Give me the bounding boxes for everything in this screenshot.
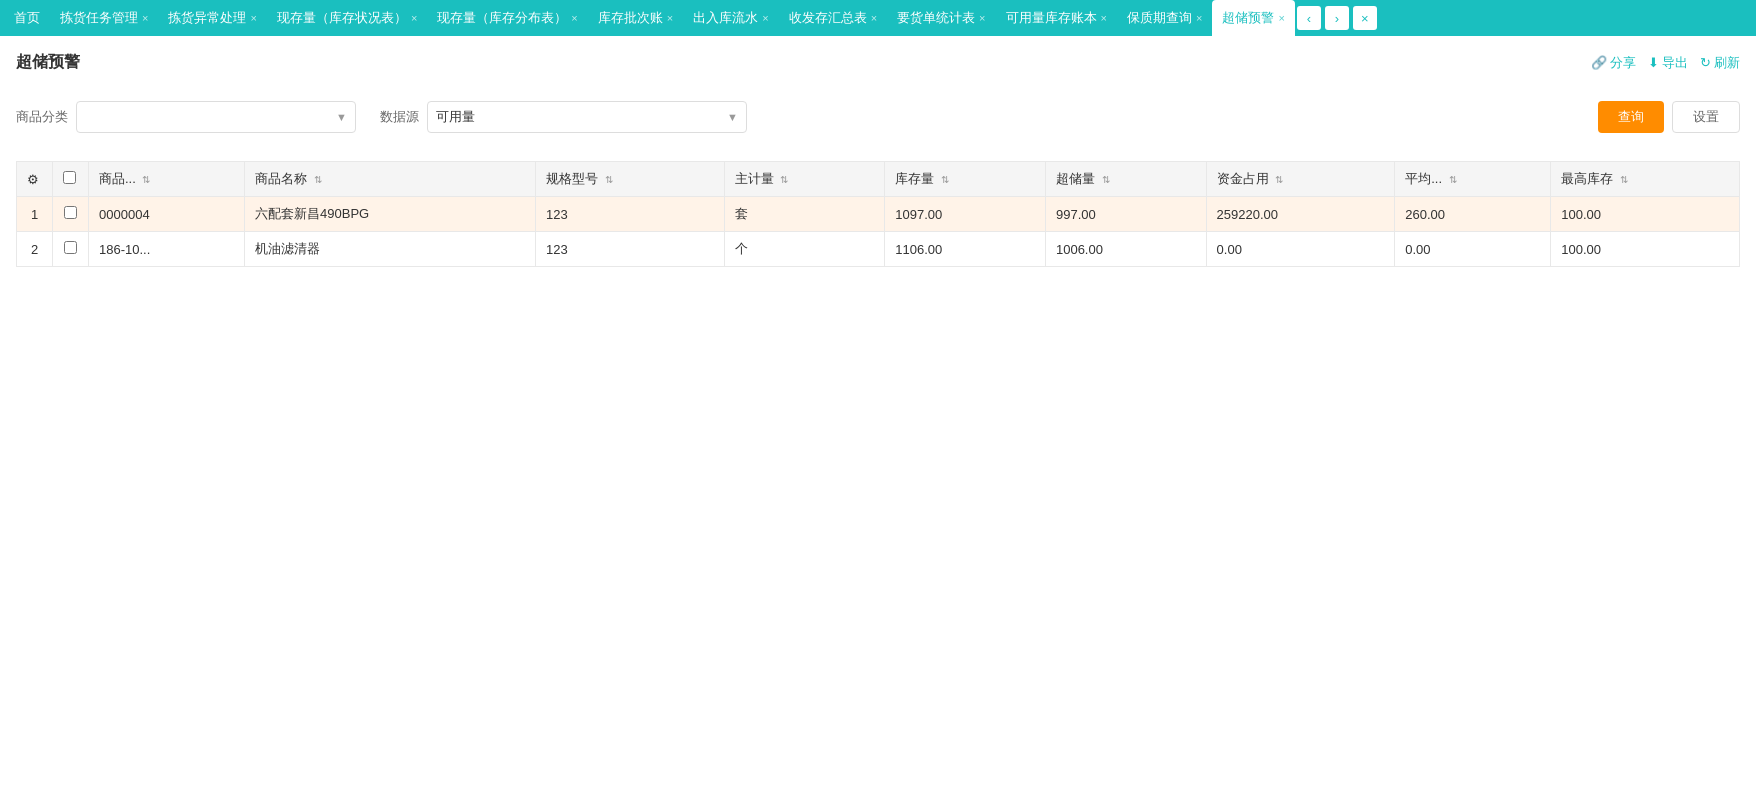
table-row: 1 0000004 六配套新昌490BPG 123 套 1097.00 997.… — [17, 197, 1740, 232]
sort-icon: ⇅ — [1102, 174, 1110, 185]
nav-item-6[interactable]: 出入库流水 × — [683, 0, 778, 36]
product-code-header[interactable]: 商品... ⇅ — [89, 162, 245, 197]
unit-cell: 套 — [724, 197, 885, 232]
share-icon: 🔗 — [1591, 55, 1607, 70]
category-label: 商品分类 — [16, 108, 68, 126]
nav-item-1[interactable]: 拣货任务管理 × — [50, 0, 158, 36]
stock-header[interactable]: 库存量 ⇅ — [885, 162, 1046, 197]
nav-item-10[interactable]: 保质期查询 × — [1117, 0, 1212, 36]
nav-arrow-left[interactable]: ‹ — [1297, 6, 1321, 30]
avg-cell: 260.00 — [1395, 197, 1551, 232]
max-stock-cell: 100.00 — [1551, 197, 1740, 232]
close-icon[interactable]: × — [979, 12, 985, 24]
row-checkbox[interactable] — [64, 241, 77, 254]
product-code-cell: 0000004 — [89, 197, 245, 232]
overstock-header[interactable]: 超储量 ⇅ — [1045, 162, 1206, 197]
sort-icon: ⇅ — [1449, 174, 1457, 185]
nav-bar: 首页 拣货任务管理 × 拣货异常处理 × 现存量（库存状况表） × 现存量（库存… — [0, 0, 1756, 36]
table-row: 2 186-10... 机油滤清器 123 个 1106.00 1006.00 … — [17, 232, 1740, 267]
page-content: 超储预警 🔗 分享 ⬇ 导出 ↻ 刷新 商品分类 ▼ 数据源 — [0, 36, 1756, 800]
gear-icon: ⚙ — [27, 172, 39, 187]
close-icon[interactable]: × — [250, 12, 256, 24]
spec-header[interactable]: 规格型号 ⇅ — [536, 162, 725, 197]
close-icon[interactable]: × — [411, 12, 417, 24]
stock-cell: 1106.00 — [885, 232, 1046, 267]
unit-cell: 个 — [724, 232, 885, 267]
category-select[interactable]: ▼ — [76, 101, 356, 133]
close-icon[interactable]: × — [667, 12, 673, 24]
chevron-down-icon: ▼ — [336, 111, 347, 123]
sort-icon: ⇅ — [605, 174, 613, 185]
row-number: 2 — [17, 232, 53, 267]
nav-arrow-close[interactable]: × — [1353, 6, 1377, 30]
table-header-row: ⚙ 商品... ⇅ 商品名称 ⇅ 规格型号 ⇅ 主计量 — [17, 162, 1740, 197]
header-actions: 🔗 分享 ⬇ 导出 ↻ 刷新 — [1591, 54, 1740, 72]
sort-icon: ⇅ — [142, 174, 150, 185]
product-name-header[interactable]: 商品名称 ⇅ — [245, 162, 536, 197]
product-name-cell: 六配套新昌490BPG — [245, 197, 536, 232]
datasource-select[interactable]: 可用量 ▼ — [427, 101, 747, 133]
nav-item-3[interactable]: 现存量（库存状况表） × — [267, 0, 427, 36]
product-code-cell: 186-10... — [89, 232, 245, 267]
capital-cell: 259220.00 — [1206, 197, 1395, 232]
query-button[interactable]: 查询 — [1598, 101, 1664, 133]
export-icon: ⬇ — [1648, 55, 1659, 70]
nav-item-8[interactable]: 要货单统计表 × — [887, 0, 995, 36]
settings-column-header[interactable]: ⚙ — [17, 162, 53, 197]
sort-icon: ⇅ — [780, 174, 788, 185]
datasource-value: 可用量 — [436, 108, 475, 126]
category-filter: 商品分类 ▼ — [16, 101, 356, 133]
row-checkbox[interactable] — [64, 206, 77, 219]
nav-item-9[interactable]: 可用量库存账本 × — [996, 0, 1117, 36]
capital-header[interactable]: 资金占用 ⇅ — [1206, 162, 1395, 197]
data-table: ⚙ 商品... ⇅ 商品名称 ⇅ 规格型号 ⇅ 主计量 — [16, 161, 1740, 267]
settings-button[interactable]: 设置 — [1672, 101, 1740, 133]
max-stock-cell: 100.00 — [1551, 232, 1740, 267]
unit-header[interactable]: 主计量 ⇅ — [724, 162, 885, 197]
nav-item-5[interactable]: 库存批次账 × — [588, 0, 683, 36]
spec-cell: 123 — [536, 197, 725, 232]
close-icon[interactable]: × — [1278, 12, 1284, 24]
close-icon[interactable]: × — [571, 12, 577, 24]
chevron-down-icon: ▼ — [727, 111, 738, 123]
capital-cell: 0.00 — [1206, 232, 1395, 267]
nav-item-7[interactable]: 收发存汇总表 × — [779, 0, 887, 36]
close-icon[interactable]: × — [871, 12, 877, 24]
spec-cell: 123 — [536, 232, 725, 267]
sort-icon: ⇅ — [314, 174, 322, 185]
nav-arrow-right[interactable]: › — [1325, 6, 1349, 30]
select-all-checkbox[interactable] — [63, 171, 76, 184]
refresh-icon: ↻ — [1700, 55, 1711, 70]
close-icon[interactable]: × — [142, 12, 148, 24]
export-button[interactable]: ⬇ 导出 — [1648, 54, 1688, 72]
avg-cell: 0.00 — [1395, 232, 1551, 267]
close-icon[interactable]: × — [1101, 12, 1107, 24]
row-checkbox-cell[interactable] — [53, 197, 89, 232]
checkbox-column-header[interactable] — [53, 162, 89, 197]
datasource-filter: 数据源 可用量 ▼ — [380, 101, 747, 133]
nav-item-home[interactable]: 首页 — [4, 0, 50, 36]
max-stock-header[interactable]: 最高库存 ⇅ — [1551, 162, 1740, 197]
row-checkbox-cell[interactable] — [53, 232, 89, 267]
share-button[interactable]: 🔗 分享 — [1591, 54, 1636, 72]
close-icon[interactable]: × — [1196, 12, 1202, 24]
filter-bar: 商品分类 ▼ 数据源 可用量 ▼ 查询 设置 — [16, 89, 1740, 145]
close-icon[interactable]: × — [762, 12, 768, 24]
sort-icon: ⇅ — [1275, 174, 1283, 185]
sort-icon: ⇅ — [1620, 174, 1628, 185]
product-name-cell: 机油滤清器 — [245, 232, 536, 267]
avg-header[interactable]: 平均... ⇅ — [1395, 162, 1551, 197]
stock-cell: 1097.00 — [885, 197, 1046, 232]
nav-item-active[interactable]: 超储预警 × — [1212, 0, 1294, 36]
page-title: 超储预警 — [16, 52, 80, 73]
nav-item-4[interactable]: 现存量（库存分布表） × — [427, 0, 587, 36]
nav-item-2[interactable]: 拣货异常处理 × — [158, 0, 266, 36]
overstock-cell: 1006.00 — [1045, 232, 1206, 267]
page-header: 超储预警 🔗 分享 ⬇ 导出 ↻ 刷新 — [16, 52, 1740, 73]
refresh-button[interactable]: ↻ 刷新 — [1700, 54, 1740, 72]
datasource-label: 数据源 — [380, 108, 419, 126]
sort-icon: ⇅ — [941, 174, 949, 185]
overstock-cell: 997.00 — [1045, 197, 1206, 232]
row-number: 1 — [17, 197, 53, 232]
